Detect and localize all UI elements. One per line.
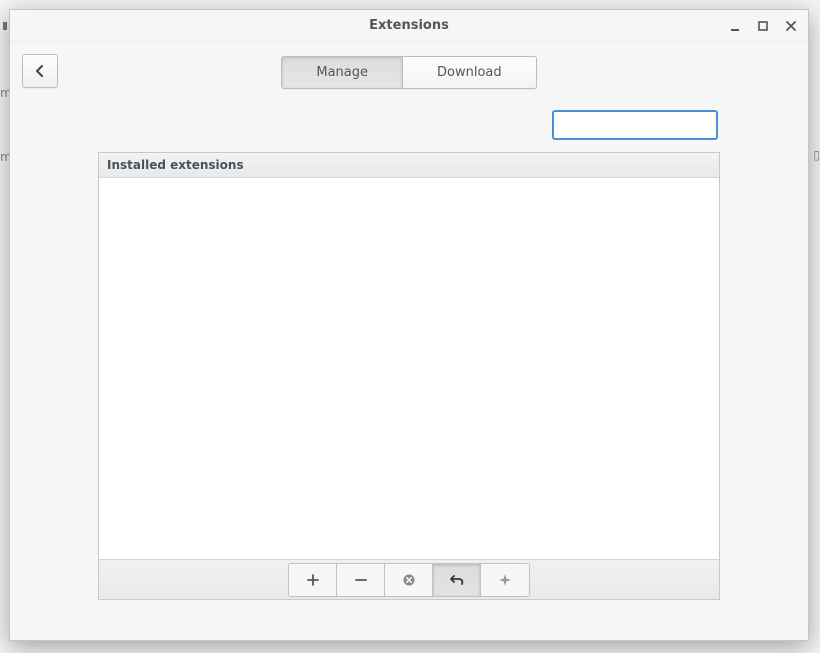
close-button[interactable] (780, 15, 802, 37)
extensions-list-body[interactable] (99, 178, 719, 559)
tab-manage[interactable]: Manage (282, 57, 402, 88)
maximize-button[interactable] (752, 15, 774, 37)
chevron-left-icon (33, 64, 47, 78)
search-input[interactable] (560, 118, 742, 133)
search-row (10, 102, 808, 152)
extensions-panel: Installed extensions (98, 152, 720, 600)
tab-download-label: Download (437, 65, 502, 80)
tab-manage-label: Manage (316, 65, 368, 80)
titlebar: Extensions (10, 10, 808, 42)
back-button[interactable] (22, 54, 58, 88)
tab-download[interactable]: Download (402, 57, 536, 88)
search-box[interactable] (552, 110, 718, 140)
extensions-window: Extensions Manage Download (9, 9, 809, 641)
window-controls (724, 10, 802, 41)
undo-icon (449, 573, 465, 587)
maximize-icon (757, 20, 769, 32)
header-row: Manage Download (10, 42, 808, 102)
plus-icon (306, 573, 320, 587)
circle-x-icon (402, 573, 416, 587)
remove-button[interactable] (337, 564, 385, 596)
sparkle-icon (498, 573, 512, 587)
extensions-list-header: Installed extensions (99, 153, 719, 178)
minus-icon (354, 573, 368, 587)
extensions-toolbar (99, 559, 719, 599)
minimize-icon (729, 20, 741, 32)
footer-spacer (10, 600, 808, 640)
clear-button[interactable] (385, 564, 433, 596)
mode-tabs: Manage Download (281, 56, 536, 89)
window-title: Extensions (369, 18, 449, 33)
add-button[interactable] (289, 564, 337, 596)
minimize-button[interactable] (724, 15, 746, 37)
close-icon (785, 20, 797, 32)
new-sparkle-button[interactable] (481, 564, 529, 596)
toolbar-group (288, 563, 530, 597)
revert-button[interactable] (433, 564, 481, 596)
